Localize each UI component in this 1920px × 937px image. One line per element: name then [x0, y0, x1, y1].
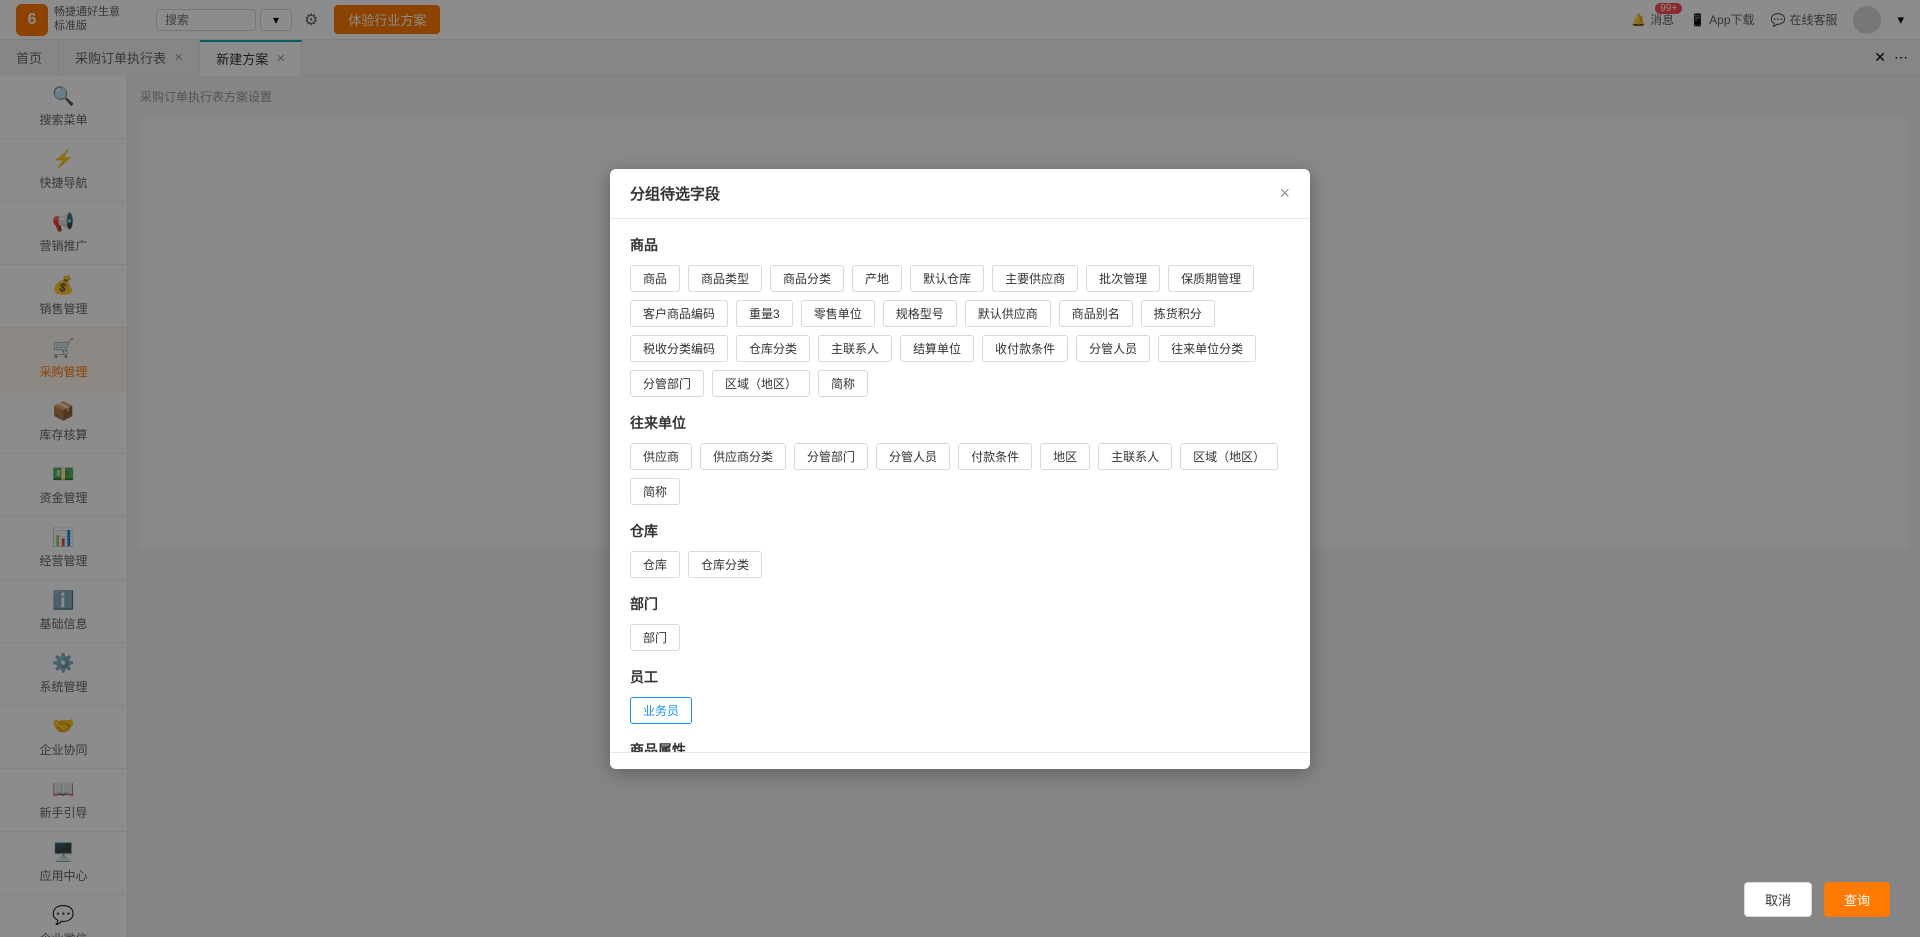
- field-tag-batch-mgmt[interactable]: 批次管理: [1086, 265, 1160, 292]
- field-tag-settlement-unit[interactable]: 结算单位: [900, 335, 974, 362]
- field-tag-salesperson[interactable]: 业务员: [630, 697, 692, 724]
- field-tag-origin[interactable]: 产地: [852, 265, 902, 292]
- field-tag-payment-terms[interactable]: 收付款条件: [982, 335, 1068, 362]
- section-department-title: 部门: [630, 594, 1290, 614]
- field-tag-spec-model[interactable]: 规格型号: [883, 300, 957, 327]
- field-tag-goods-alias[interactable]: 商品别名: [1059, 300, 1133, 327]
- section-warehouse-title: 仓库: [630, 521, 1290, 541]
- field-tag-default-warehouse[interactable]: 默认仓库: [910, 265, 984, 292]
- field-tag-goods-type[interactable]: 商品类型: [688, 265, 762, 292]
- field-tag-goods[interactable]: 商品: [630, 265, 680, 292]
- section-employee-title: 员工: [630, 667, 1290, 687]
- section-warehouse: 仓库 仓库 仓库分类: [630, 521, 1290, 578]
- field-tag-region[interactable]: 地区: [1040, 443, 1090, 470]
- field-tag-supplier-category[interactable]: 供应商分类: [700, 443, 786, 470]
- modal-title: 分组待选字段: [630, 183, 720, 204]
- field-tag-mgmt-dept[interactable]: 分管部门: [630, 370, 704, 397]
- field-tag-main-supplier[interactable]: 主要供应商: [992, 265, 1078, 292]
- modal-close-btn[interactable]: ×: [1279, 184, 1290, 202]
- footer-buttons: 取消 查询: [1744, 882, 1890, 917]
- section-partner-fields: 供应商 供应商分类 分管部门 分管人员 付款条件 地区 主联系人 区域（地区） …: [630, 443, 1290, 505]
- section-partner-title: 往来单位: [630, 413, 1290, 433]
- section-department-fields: 部门: [630, 624, 1290, 651]
- field-tag-abbr-partner[interactable]: 简称: [630, 478, 680, 505]
- modal-field-selector: 分组待选字段 × 商品 商品 商品类型 商品分类 产地 默认仓库 主要供应商 批…: [610, 169, 1310, 769]
- modal-hscroll[interactable]: [610, 752, 1310, 769]
- section-goods: 商品 商品 商品类型 商品分类 产地 默认仓库 主要供应商 批次管理 保质期管理…: [630, 235, 1290, 397]
- modal-header: 分组待选字段 ×: [610, 169, 1310, 219]
- field-tag-main-contact-partner[interactable]: 主联系人: [1098, 443, 1172, 470]
- section-goods-title: 商品: [630, 235, 1290, 255]
- field-tag-default-supplier[interactable]: 默认供应商: [965, 300, 1051, 327]
- field-tag-retail-unit[interactable]: 零售单位: [801, 300, 875, 327]
- field-tag-payment-cond[interactable]: 付款条件: [958, 443, 1032, 470]
- field-tag-tax-code[interactable]: 税收分类编码: [630, 335, 728, 362]
- field-tag-partner-mgr[interactable]: 分管人员: [876, 443, 950, 470]
- field-tag-region-partner[interactable]: 区域（地区）: [1180, 443, 1278, 470]
- cancel-btn[interactable]: 取消: [1744, 882, 1812, 917]
- section-employee-fields: 业务员: [630, 697, 1290, 724]
- section-product-attr-title: 商品属性: [630, 740, 1290, 752]
- field-tag-warehouse-cat[interactable]: 仓库分类: [688, 551, 762, 578]
- field-tag-abbr-goods[interactable]: 简称: [818, 370, 868, 397]
- section-warehouse-fields: 仓库 仓库分类: [630, 551, 1290, 578]
- confirm-btn[interactable]: 查询: [1824, 882, 1890, 917]
- field-tag-dept[interactable]: 部门: [630, 624, 680, 651]
- field-tag-goods-category[interactable]: 商品分类: [770, 265, 844, 292]
- modal-overlay: 分组待选字段 × 商品 商品 商品类型 商品分类 产地 默认仓库 主要供应商 批…: [0, 0, 1920, 937]
- section-employee: 员工 业务员: [630, 667, 1290, 724]
- section-partner: 往来单位 供应商 供应商分类 分管部门 分管人员 付款条件 地区 主联系人 区域…: [630, 413, 1290, 505]
- field-tag-region-goods[interactable]: 区域（地区）: [712, 370, 810, 397]
- field-tag-manager[interactable]: 分管人员: [1076, 335, 1150, 362]
- field-tag-warehouse-category[interactable]: 仓库分类: [736, 335, 810, 362]
- field-tag-customer-code[interactable]: 客户商品编码: [630, 300, 728, 327]
- section-product-attr: 商品属性 属性 颜色 多规格 尺码 鞋码 1: [630, 740, 1290, 752]
- section-department: 部门 部门: [630, 594, 1290, 651]
- field-tag-weight3[interactable]: 重量3: [736, 300, 793, 327]
- field-tag-warehouse[interactable]: 仓库: [630, 551, 680, 578]
- field-tag-partner-category[interactable]: 往来单位分类: [1158, 335, 1256, 362]
- field-tag-pick-points[interactable]: 拣货积分: [1141, 300, 1215, 327]
- field-tag-shelf-life[interactable]: 保质期管理: [1168, 265, 1254, 292]
- field-tag-partner-dept[interactable]: 分管部门: [794, 443, 868, 470]
- field-tag-supplier[interactable]: 供应商: [630, 443, 692, 470]
- field-tag-main-contact[interactable]: 主联系人: [818, 335, 892, 362]
- section-goods-fields: 商品 商品类型 商品分类 产地 默认仓库 主要供应商 批次管理 保质期管理 客户…: [630, 265, 1290, 397]
- modal-body[interactable]: 商品 商品 商品类型 商品分类 产地 默认仓库 主要供应商 批次管理 保质期管理…: [610, 219, 1310, 752]
